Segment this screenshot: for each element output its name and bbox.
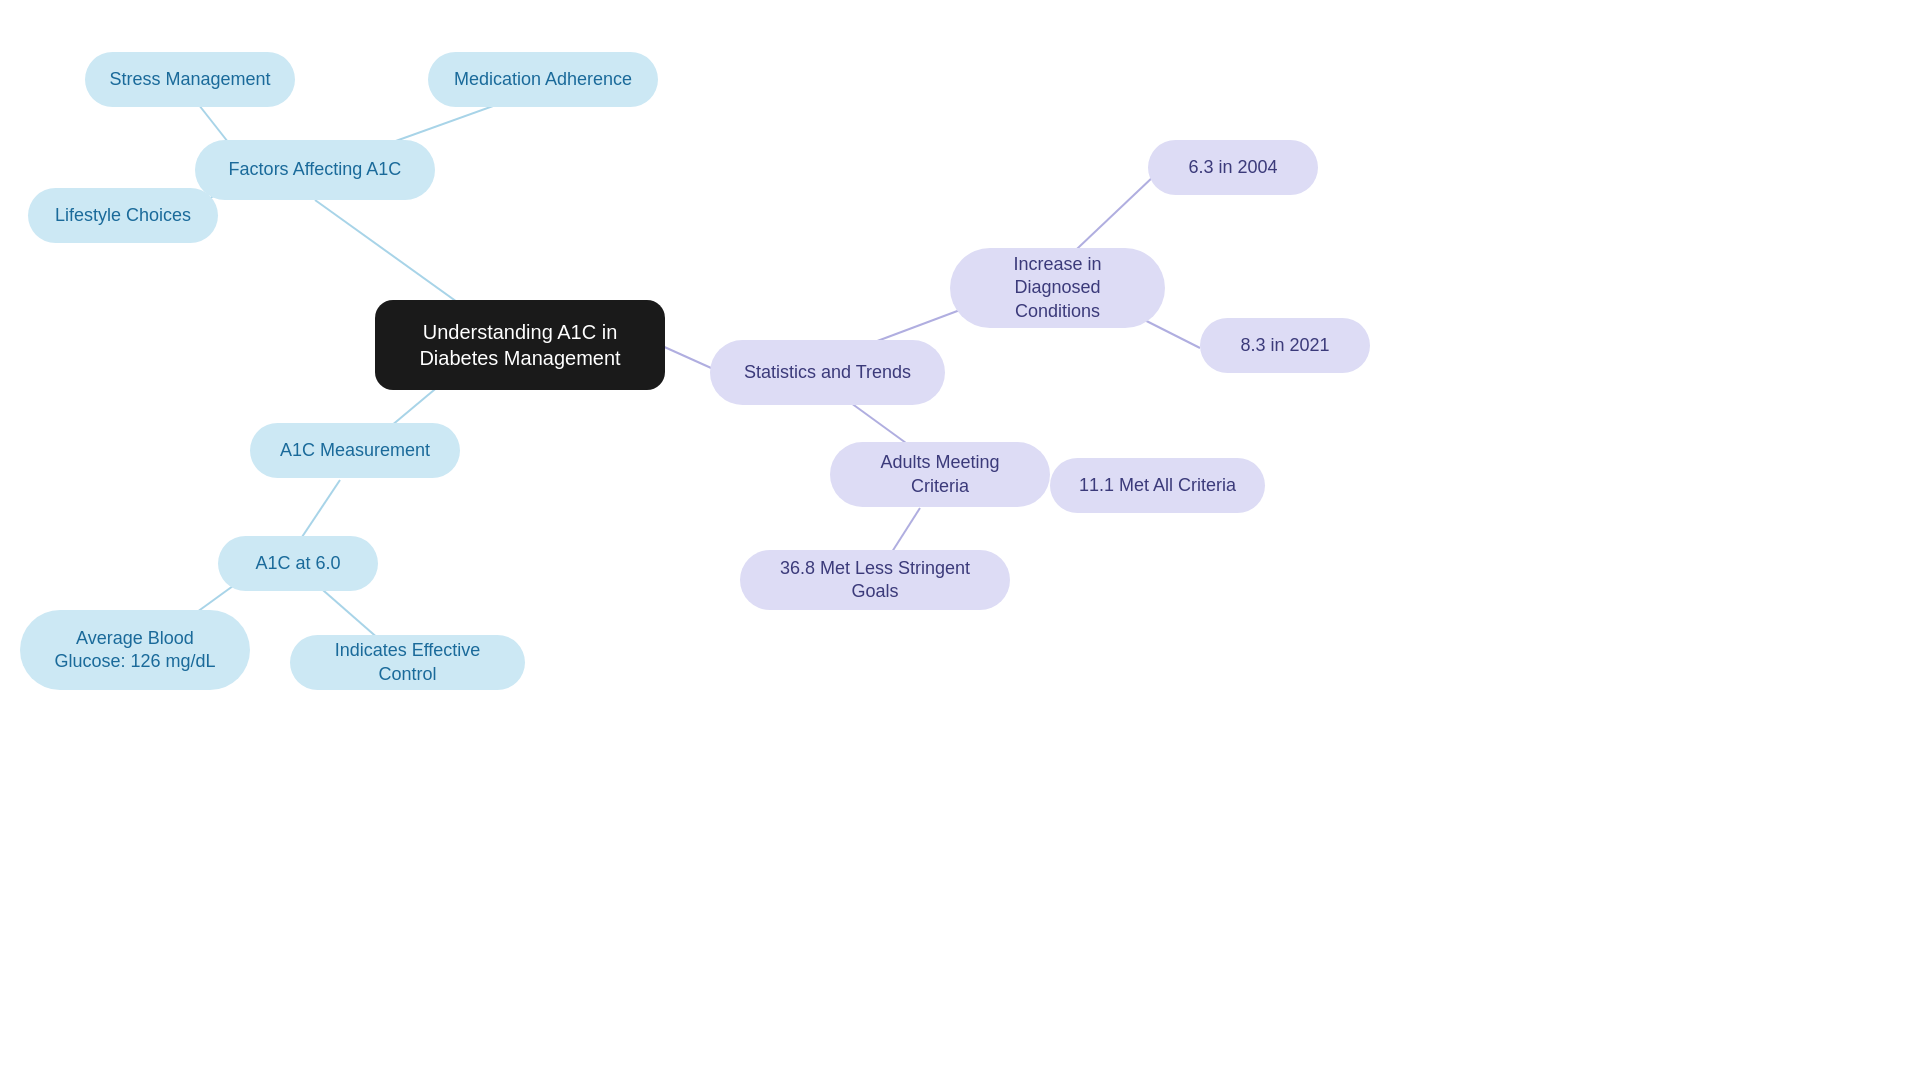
effective-node: Indicates Effective Control	[290, 635, 525, 690]
y2004-node: 6.3 in 2004	[1148, 140, 1318, 195]
svg-line-14	[890, 508, 920, 555]
a1c60-node: A1C at 6.0	[218, 536, 378, 591]
met11-node: 11.1 Met All Criteria	[1050, 458, 1265, 513]
factors-node: Factors Affecting A1C	[195, 140, 435, 200]
adults-node: Adults Meeting Criteria	[830, 442, 1050, 507]
center-node: Understanding A1C in Diabetes Management	[375, 300, 665, 390]
increase-node: Increase in Diagnosed Conditions	[950, 248, 1165, 328]
lifestyle-node: Lifestyle Choices	[28, 188, 218, 243]
avgblood-node: Average Blood Glucose: 126 mg/dL	[20, 610, 250, 690]
svg-line-5	[300, 480, 340, 540]
met36-node: 36.8 Met Less Stringent Goals	[740, 550, 1010, 610]
measurement-node: A1C Measurement	[250, 423, 460, 478]
y2021-node: 8.3 in 2021	[1200, 318, 1370, 373]
medication-node: Medication Adherence	[428, 52, 658, 107]
statistics-node: Statistics and Trends	[710, 340, 945, 405]
stress-node: Stress Management	[85, 52, 295, 107]
